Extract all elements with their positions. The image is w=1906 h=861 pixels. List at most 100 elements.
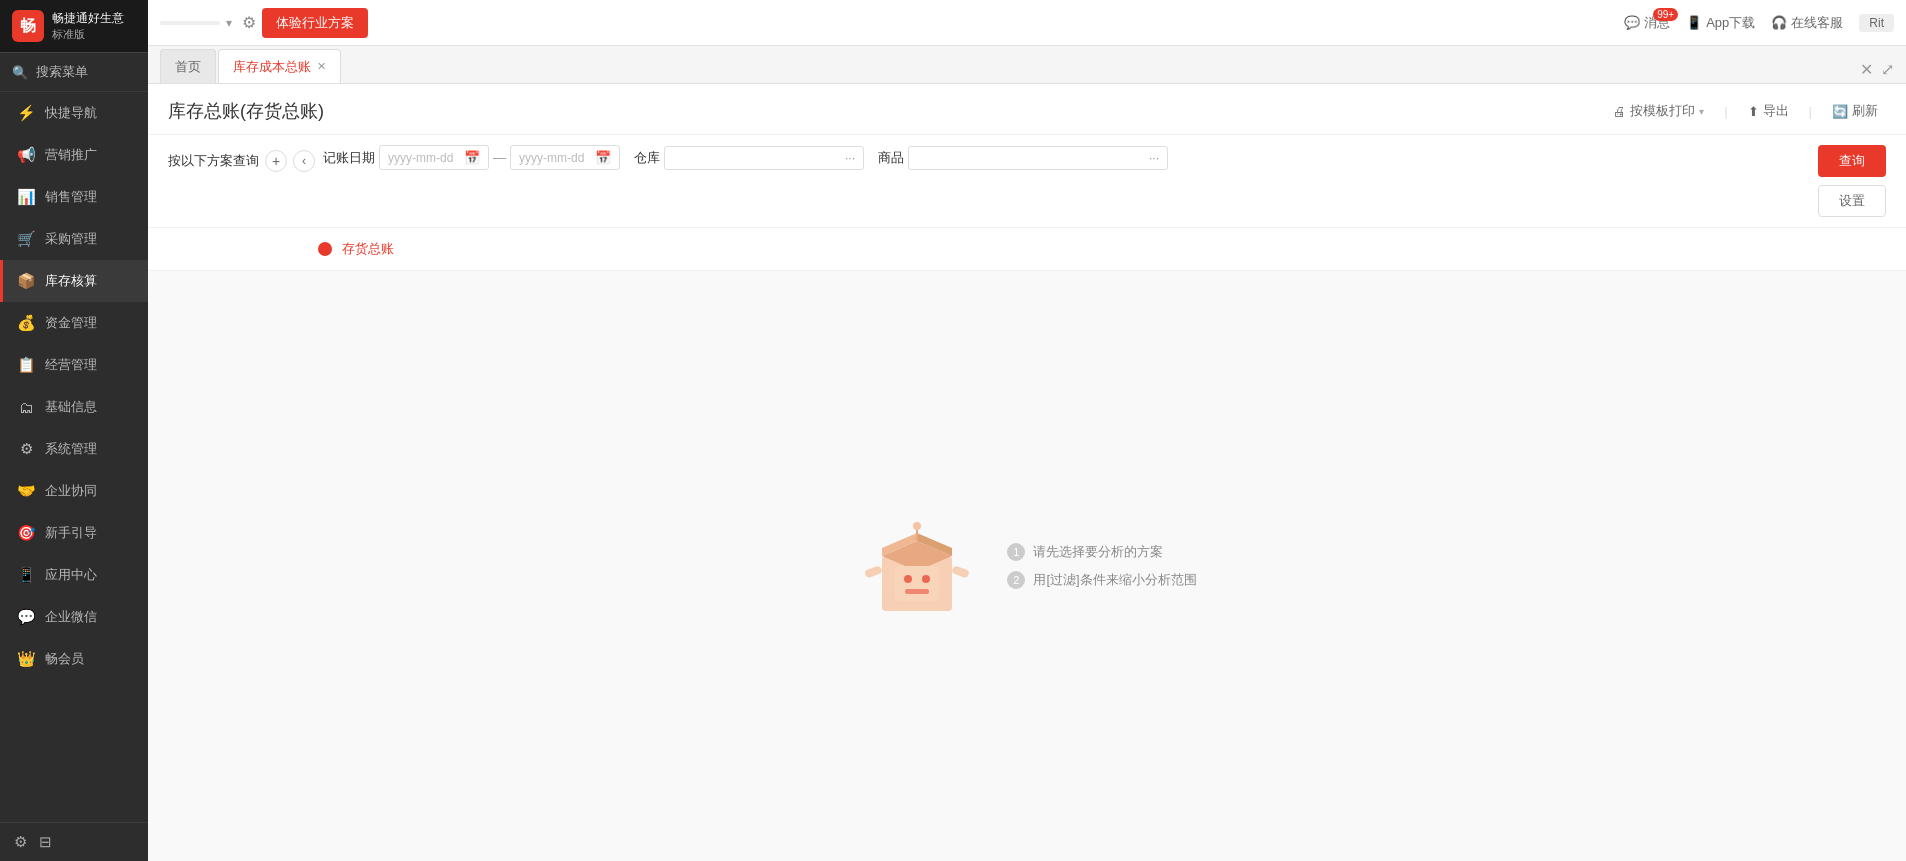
hint-text-2: 用[过滤]条件来缩小分析范围 — [1033, 571, 1196, 589]
topbar-brand — [160, 21, 220, 25]
topbar-online-btn[interactable]: 🎧 在线客服 — [1771, 14, 1843, 32]
scheme-item-inventory[interactable]: 存货总账 — [308, 236, 404, 262]
newbie-icon: 🎯 — [17, 524, 35, 542]
filter-controls: 记账日期 yyyy-mm-dd 📅 — yyyy-mm-dd 📅 仓库 — [323, 145, 1802, 170]
tab-home[interactable]: 首页 — [160, 49, 216, 83]
quick-nav-icon: ⚡ — [17, 104, 35, 122]
date-end-input[interactable]: yyyy-mm-dd 📅 — [510, 145, 620, 170]
print-btn[interactable]: 🖨 按模板打印 ▾ — [1605, 98, 1712, 124]
sidebar-item-quick-nav[interactable]: ⚡ 快捷导航 — [0, 92, 148, 134]
page-actions: 🖨 按模板打印 ▾ | ⬆ 导出 | 🔄 刷新 — [1605, 98, 1886, 124]
app-label: App下载 — [1706, 14, 1755, 32]
calendar-start-icon: 📅 — [464, 150, 480, 165]
sidebar-item-operations[interactable]: 📋 经营管理 — [0, 344, 148, 386]
content-area: 库存总账(存货总账) 🖨 按模板打印 ▾ | ⬆ 导出 | 🔄 刷新 — [148, 84, 1906, 861]
print-chevron-icon: ▾ — [1699, 106, 1704, 117]
tab-inventory-ledger-label: 库存成本总账 — [233, 58, 311, 76]
empty-hint-1: 1 请先选择要分析的方案 — [1007, 543, 1196, 561]
finance-icon: 💰 — [17, 314, 35, 332]
print-icon: 🖨 — [1613, 104, 1626, 119]
tabs-bar-right: ✕ ⤢ — [1860, 60, 1906, 83]
sidebar-item-system[interactable]: ⚙ 系统管理 — [0, 428, 148, 470]
member-icon: 👑 — [17, 650, 35, 668]
purchase-icon: 🛒 — [17, 230, 35, 248]
action-divider-2: | — [1809, 104, 1812, 119]
system-icon: ⚙ — [17, 440, 35, 458]
warehouse-label: 仓库 — [634, 149, 660, 167]
purchase-label: 采购管理 — [45, 230, 97, 248]
sidebar-footer: ⚙ ⊟ — [0, 822, 148, 861]
scheme-label: 存货总账 — [342, 240, 394, 258]
product-input[interactable]: ··· — [908, 146, 1168, 170]
svg-rect-11 — [952, 565, 971, 578]
warehouse-more-icon: ··· — [845, 151, 855, 165]
menu-footer-btn[interactable]: ⊟ — [39, 833, 52, 851]
date-start-placeholder: yyyy-mm-dd — [388, 151, 453, 165]
filter-add-btn[interactable]: + — [265, 150, 287, 172]
sidebar-item-finance[interactable]: 💰 资金管理 — [0, 302, 148, 344]
member-label: 畅会员 — [45, 650, 84, 668]
message-badge: 99+ — [1653, 8, 1678, 21]
sidebar-item-member[interactable]: 👑 畅会员 — [0, 638, 148, 680]
date-separator: — — [493, 150, 506, 165]
svg-point-5 — [904, 575, 912, 583]
cooperation-icon: 🤝 — [17, 482, 35, 500]
wecom-icon: 💬 — [17, 608, 35, 626]
date-start-input[interactable]: yyyy-mm-dd 📅 — [379, 145, 489, 170]
date-label: 记账日期 — [323, 149, 375, 167]
refresh-btn[interactable]: 🔄 刷新 — [1824, 98, 1886, 124]
sidebar-item-newbie[interactable]: 🎯 新手引导 — [0, 512, 148, 554]
brand-box — [160, 21, 220, 25]
sidebar-nav: ⚡ 快捷导航 📢 营销推广 📊 销售管理 🛒 采购管理 📦 库存核算 💰 资金管… — [0, 92, 148, 822]
tabs-bar: 首页 库存成本总账 ✕ ✕ ⤢ — [148, 46, 1906, 84]
svg-rect-4 — [895, 566, 939, 601]
sales-label: 销售管理 — [45, 188, 97, 206]
close-window-icon[interactable]: ✕ — [1860, 60, 1873, 79]
sidebar-item-cooperation[interactable]: 🤝 企业协同 — [0, 470, 148, 512]
topbar-gear-icon[interactable]: ⚙ — [242, 13, 256, 32]
industry-btn[interactable]: 体验行业方案 — [262, 8, 368, 38]
sidebar-item-inventory[interactable]: 📦 库存核算 — [0, 260, 148, 302]
svg-rect-10 — [864, 565, 883, 578]
sidebar-item-sales[interactable]: 📊 销售管理 — [0, 176, 148, 218]
topbar-message-btn[interactable]: 💬 消息 99+ — [1624, 14, 1670, 32]
empty-illustration — [857, 506, 977, 626]
filter-collapse-btn[interactable]: ‹ — [293, 150, 315, 172]
warehouse-input[interactable]: ··· — [664, 146, 864, 170]
hint-num-2: 2 — [1007, 571, 1025, 589]
quick-nav-label: 快捷导航 — [45, 104, 97, 122]
topbar-app-btn[interactable]: 📱 App下载 — [1686, 14, 1755, 32]
system-label: 系统管理 — [45, 440, 97, 458]
calendar-end-icon: 📅 — [595, 150, 611, 165]
export-icon: ⬆ — [1748, 104, 1759, 119]
warehouse-group: 仓库 ··· — [634, 146, 864, 170]
scheme-dot-icon — [318, 242, 332, 256]
sidebar-item-purchase[interactable]: 🛒 采购管理 — [0, 218, 148, 260]
sidebar-search[interactable]: 🔍 搜索菜单 — [0, 53, 148, 92]
empty-hint-2: 2 用[过滤]条件来缩小分析范围 — [1007, 571, 1196, 589]
scheme-row: 存货总账 — [148, 228, 1906, 271]
newbie-label: 新手引导 — [45, 524, 97, 542]
query-btn[interactable]: 查询 — [1818, 145, 1886, 177]
product-group: 商品 ··· — [878, 146, 1168, 170]
sidebar-logo: 畅 畅捷通好生意 标准版 — [0, 0, 148, 53]
topbar-user[interactable]: Rit — [1859, 14, 1894, 32]
sidebar-item-marketing[interactable]: 📢 营销推广 — [0, 134, 148, 176]
tab-close-icon[interactable]: ✕ — [317, 60, 326, 73]
sidebar: 畅 畅捷通好生意 标准版 🔍 搜索菜单 ⚡ 快捷导航 📢 营销推广 📊 销售管理… — [0, 0, 148, 861]
empty-text: 1 请先选择要分析的方案 2 用[过滤]条件来缩小分析范围 — [1007, 543, 1196, 589]
tab-inventory-ledger[interactable]: 库存成本总账 ✕ — [218, 49, 341, 83]
query-btns: 查询 设置 — [1810, 145, 1886, 217]
export-btn[interactable]: ⬆ 导出 — [1740, 98, 1797, 124]
sidebar-item-basic-info[interactable]: 🗂 基础信息 — [0, 386, 148, 428]
settings-btn[interactable]: 设置 — [1818, 185, 1886, 217]
date-end-placeholder: yyyy-mm-dd — [519, 151, 584, 165]
topbar-chevron-icon[interactable]: ▾ — [226, 16, 232, 30]
sidebar-item-wecom[interactable]: 💬 企业微信 — [0, 596, 148, 638]
print-label: 按模板打印 — [1630, 102, 1695, 120]
expand-icon[interactable]: ⤢ — [1881, 60, 1894, 79]
settings-footer-btn[interactable]: ⚙ — [14, 833, 27, 851]
sidebar-item-app-center[interactable]: 📱 应用中心 — [0, 554, 148, 596]
online-label: 在线客服 — [1791, 14, 1843, 32]
app-center-icon: 📱 — [17, 566, 35, 584]
